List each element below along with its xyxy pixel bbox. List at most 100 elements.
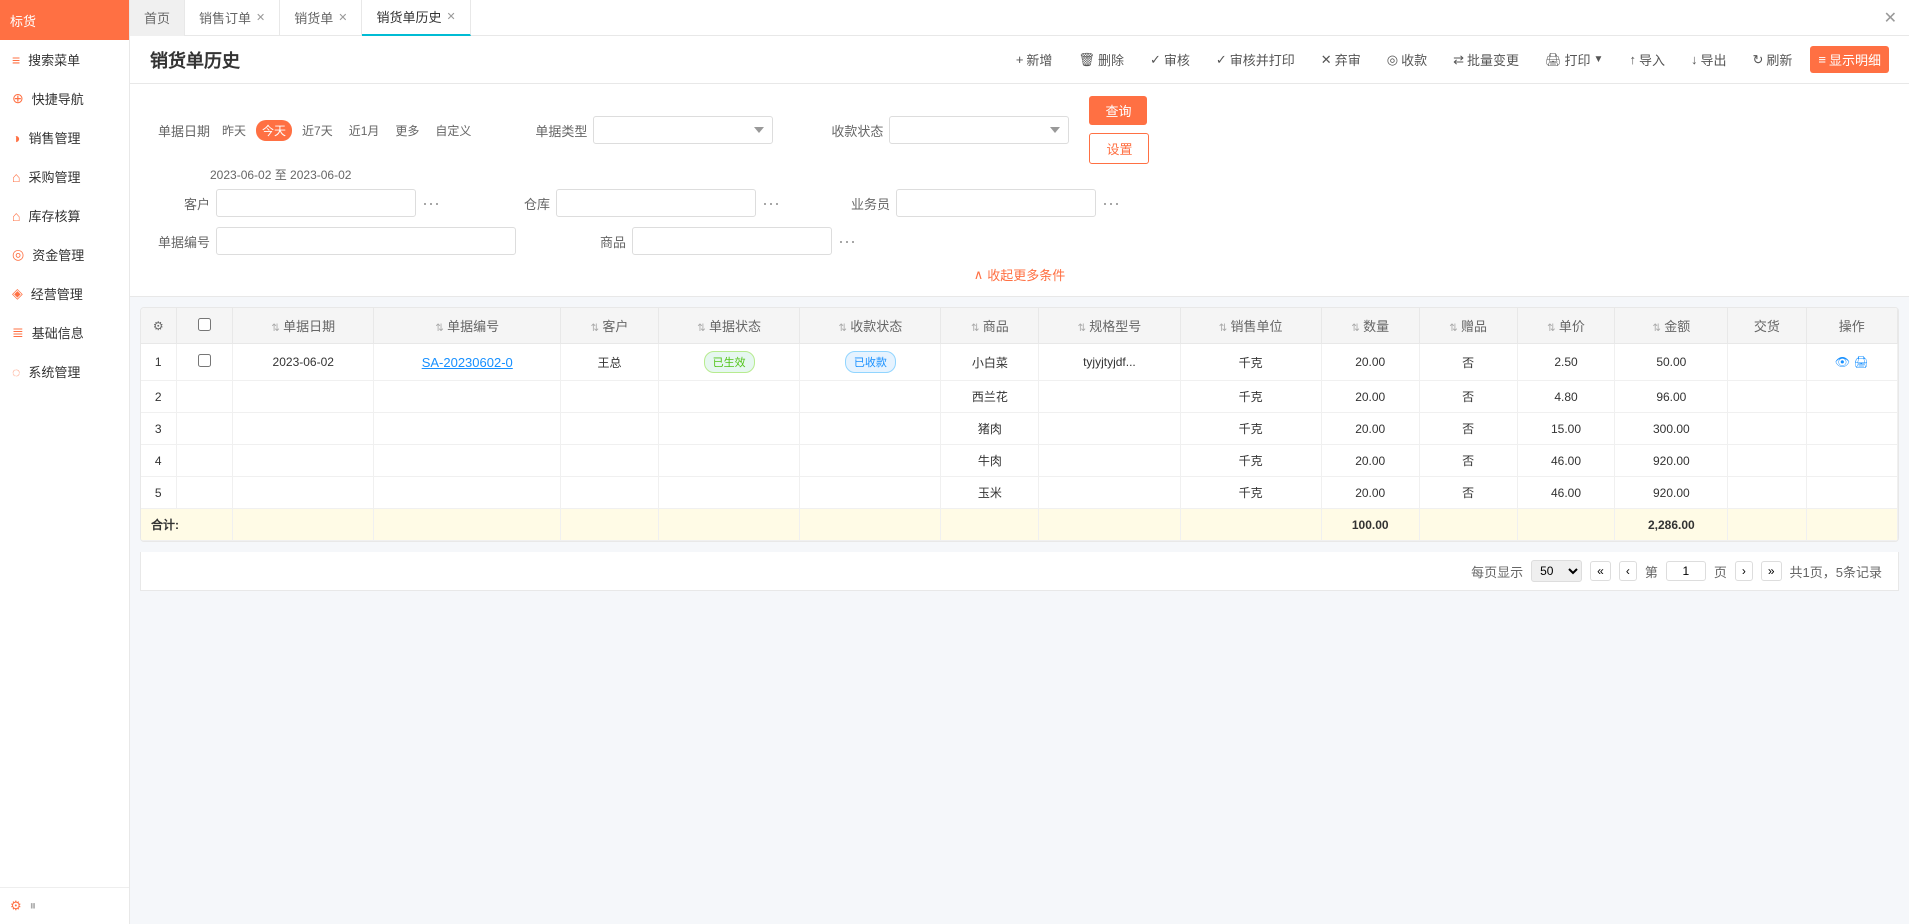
cell-checkbox[interactable] [176,477,233,509]
th-paymentstatus[interactable]: ⇅ 收款状态 [800,308,941,344]
doctype-select[interactable] [593,116,773,144]
cell-unit: 千克 [1180,477,1321,509]
tab-home[interactable]: 首页 [130,0,185,36]
revoke-button[interactable]: ✕ 弃审 [1313,46,1369,73]
print-button[interactable]: 🖨 打印 ▼ [1537,46,1611,73]
collapse-button[interactable]: ∧ 收起更多条件 [974,265,1066,284]
new-button[interactable]: + 新增 [1008,46,1061,73]
tab-close-icon[interactable]: ✕ [256,11,265,24]
th-customer[interactable]: ⇅ 客户 [561,308,659,344]
sidebar-item-search-menu[interactable]: ≡ 搜索菜单 [0,40,129,79]
print-btn[interactable]: 🖨 [1853,355,1868,369]
set-button[interactable]: 设置 [1089,133,1149,164]
window-close-icon[interactable]: ✕ [1872,8,1909,28]
date-btn-custom[interactable]: 自定义 [429,120,477,141]
th-unit[interactable]: ⇅ 销售单位 [1180,308,1321,344]
export-button[interactable]: ↓ 导出 [1683,46,1735,73]
sidebar-item-basic-info[interactable]: ≣ 基础信息 [0,313,129,352]
cell-docno[interactable] [374,477,561,509]
page-prev-button[interactable]: ‹ [1619,561,1637,581]
cell-docno[interactable]: SA-20230602-0 [374,344,561,381]
sidebar-item-operation-mgmt[interactable]: ◈ 经营管理 [0,274,129,313]
audit-print-button[interactable]: ✓ 审核并打印 [1208,46,1303,73]
row-checkbox[interactable] [198,354,211,367]
audit-button[interactable]: ✓ 审核 [1142,46,1198,73]
salesperson-input[interactable] [896,189,1096,217]
th-goods[interactable]: ⇅ 商品 [941,308,1039,344]
cell-no: 2 [141,381,176,413]
tab-sales-history[interactable]: 销货单历史 ✕ [362,0,470,36]
select-all-checkbox[interactable] [198,318,211,331]
page-label: 第 [1645,562,1658,581]
page-last-button[interactable]: » [1761,561,1782,581]
search-menu-icon: ≡ [12,52,20,68]
goods-input[interactable] [632,227,832,255]
warehouse-more-icon[interactable]: ··· [762,193,780,214]
cell-action[interactable]: 👁 🖨 [1806,344,1897,381]
docno-input[interactable] [216,227,516,255]
th-gear[interactable]: ⚙ [141,308,176,344]
th-docstatus[interactable]: ⇅ 单据状态 [659,308,800,344]
th-gift[interactable]: ⇅ 赠品 [1419,308,1517,344]
salesperson-more-icon[interactable]: ··· [1102,193,1120,214]
th-docno[interactable]: ⇅ 单据编号 [374,308,561,344]
cell-action[interactable] [1806,381,1897,413]
cell-checkbox[interactable] [176,381,233,413]
delete-button[interactable]: 🗑 删除 [1070,46,1132,73]
sidebar-item-finance-mgmt[interactable]: ◎ 资金管理 [0,235,129,274]
cell-docno[interactable] [374,445,561,477]
cell-docno[interactable] [374,381,561,413]
sidebar-item-sales-mgmt[interactable]: ◑ 销售管理 [0,118,129,157]
date-btn-7days[interactable]: 近7天 [296,120,339,141]
batch-change-button[interactable]: ⇄ 批量变更 [1445,46,1527,73]
cell-action[interactable] [1806,477,1897,509]
cell-action[interactable] [1806,445,1897,477]
show-detail-button[interactable]: ≡ 显示明细 [1810,46,1889,73]
sidebar-bottom-icon2[interactable]: ⏸ [30,898,37,914]
cell-checkbox[interactable] [176,445,233,477]
cell-checkbox[interactable] [176,344,233,381]
view-btn[interactable]: 👁 [1835,355,1850,369]
sidebar-bottom-icon1[interactable]: ⚙ [10,898,22,914]
sidebar-item-quick-nav[interactable]: ⊕ 快捷导航 [0,79,129,118]
query-button[interactable]: 查询 [1089,96,1147,125]
page-number-input[interactable] [1666,561,1706,581]
cell-docno[interactable] [374,413,561,445]
th-checkbox[interactable] [176,308,233,344]
collect-button[interactable]: ◎ 收款 [1379,46,1435,73]
page-size-select[interactable]: 50 100 [1531,560,1582,582]
th-price[interactable]: ⇅ 单价 [1517,308,1615,344]
cell-checkbox[interactable] [176,413,233,445]
th-amount[interactable]: ⇅ 金额 [1615,308,1728,344]
th-spec[interactable]: ⇅ 规格型号 [1039,308,1180,344]
tab-close-icon[interactable]: ✕ [338,11,347,24]
docno-link[interactable]: SA-20230602-0 [422,355,513,370]
tab-sales-order[interactable]: 销售订单 ✕ [185,0,280,36]
refresh-button[interactable]: ↻ 刷新 [1744,46,1800,73]
tab-sales-goods[interactable]: 销货单 ✕ [280,0,362,36]
cell-goods: 牛肉 [941,445,1039,477]
sidebar-item-purchase-mgmt[interactable]: ⌂ 采购管理 [0,157,129,196]
customer-input[interactable] [216,189,416,217]
sidebar-item-stock-calc[interactable]: ⌂ 库存核算 [0,196,129,235]
date-btn-today[interactable]: 今天 [256,120,292,141]
th-qty[interactable]: ⇅ 数量 [1321,308,1419,344]
page-first-button[interactable]: « [1590,561,1611,581]
date-btn-yesterday[interactable]: 昨天 [216,120,252,141]
date-btn-more[interactable]: 更多 [389,120,425,141]
goods-more-icon[interactable]: ··· [838,231,856,252]
cell-action[interactable] [1806,413,1897,445]
th-date[interactable]: ⇅ 单据日期 [233,308,374,344]
filter-date-item: 单据日期 昨天 今天 近7天 近1月 更多 自定义 [150,120,477,141]
warehouse-input[interactable] [556,189,756,217]
tab-bar: 首页 销售订单 ✕ 销货单 ✕ 销货单历史 ✕ ✕ [130,0,1909,36]
tab-close-icon[interactable]: ✕ [447,10,456,23]
cell-amount: 96.00 [1615,381,1728,413]
date-btn-1month[interactable]: 近1月 [343,120,386,141]
cell-gift: 否 [1419,381,1517,413]
sidebar-item-sys-mgmt[interactable]: ◌ 系统管理 [0,352,129,391]
customer-more-icon[interactable]: ··· [422,193,440,214]
import-button[interactable]: ↑ 导入 [1621,46,1673,73]
payment-select[interactable] [889,116,1069,144]
page-next-button[interactable]: › [1735,561,1753,581]
